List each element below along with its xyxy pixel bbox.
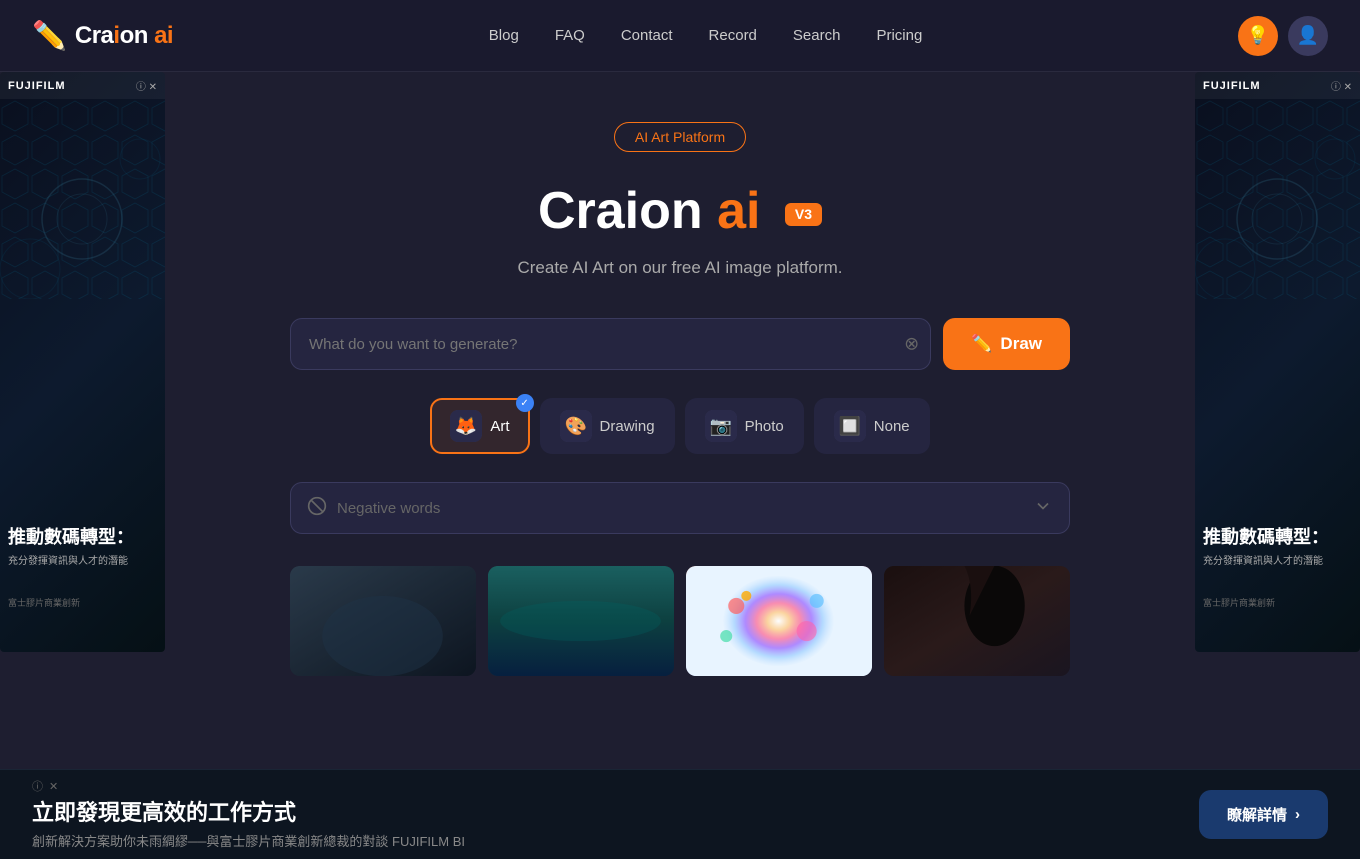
account-button[interactable]: 👤: [1288, 16, 1328, 56]
main-nav: Blog FAQ Contact Record Search Pricing: [475, 19, 937, 52]
hero-title: Craion ai V3: [538, 180, 822, 242]
search-input-wrapper: ⊗: [290, 318, 931, 370]
right-ad-bg-svg: [1195, 99, 1360, 299]
search-row: ⊗ ✏️ Draw: [290, 318, 1070, 370]
right-ad-brand: FUJIFILM: [1203, 80, 1261, 92]
svg-text:🎨: 🎨: [564, 415, 586, 436]
left-ad-controls[interactable]: ⓘ ✕: [136, 78, 157, 93]
bottom-ad-close-small[interactable]: ✕: [49, 780, 58, 793]
prompt-input[interactable]: [290, 318, 931, 370]
svg-text:📷: 📷: [709, 416, 731, 436]
left-ad-bg-svg: [0, 99, 165, 299]
bulb-icon: 💡: [1247, 25, 1269, 46]
photo-tab-label: Photo: [745, 418, 784, 435]
logo[interactable]: ✏️ Craion ai: [32, 19, 173, 52]
ad-info-icon: ⓘ: [32, 778, 43, 794]
clear-icon: ⊗: [904, 334, 919, 355]
style-tab-photo[interactable]: 📷 Photo: [685, 398, 804, 454]
hero-subtitle: Create AI Art on our free AI image platf…: [517, 258, 842, 278]
bottom-ad-banner: ⓘ ✕ 立即發現更高效的工作方式 創新解決方案助你未雨綢繆──與富士膠片商業創新…: [0, 769, 1360, 859]
draw-button[interactable]: ✏️ Draw: [943, 318, 1070, 370]
account-icon: 👤: [1297, 25, 1319, 46]
negative-words-chevron: [1033, 496, 1053, 521]
bottom-ad-cta-button[interactable]: 瞭解詳情 ›: [1199, 790, 1328, 839]
art-tab-label: Art: [490, 418, 509, 435]
title-ai: ai: [717, 182, 760, 240]
preview-image-3[interactable]: [686, 566, 872, 676]
nav-search[interactable]: Search: [779, 19, 855, 52]
drawing-tab-icon: 🎨: [560, 410, 592, 442]
bottom-ad-subtext: 創新解決方案助你未雨綢繆──與富士膠片商業創新總裁的對談 FUJIFILM BI: [32, 831, 1199, 850]
left-ad-text: 推動數碼轉型： 充分發揮資訊與人才的潛能: [8, 526, 157, 569]
style-tab-none[interactable]: 🔲 None: [814, 398, 930, 454]
nav-pricing[interactable]: Pricing: [862, 19, 936, 52]
right-ad-text: 推動數碼轉型： 充分發揮資訊與人才的潛能: [1203, 526, 1352, 569]
negative-words-bar[interactable]: Negative words: [290, 482, 1070, 534]
right-ad-footer: 富士膠片商業創新: [1203, 596, 1275, 609]
right-ad: FUJIFILM ⓘ ✕ 推動數碼轉型： 充分發揮資訊與人才的潛能 富士: [1195, 72, 1360, 652]
header-actions: 💡 👤: [1238, 16, 1328, 56]
platform-badge[interactable]: AI Art Platform: [614, 122, 746, 152]
theme-toggle-button[interactable]: 💡: [1238, 16, 1278, 56]
preview-image-1[interactable]: [290, 566, 476, 676]
logo-pencil-icon: ✏️: [32, 19, 67, 52]
nav-faq[interactable]: FAQ: [541, 19, 599, 52]
image-preview-grid: [290, 566, 1070, 676]
photo-tab-icon: 📷: [705, 410, 737, 442]
header: ✏️ Craion ai Blog FAQ Contact Record Sea…: [0, 0, 1360, 72]
negative-words-icon: [307, 496, 327, 521]
nav-blog[interactable]: Blog: [475, 19, 533, 52]
center-panel: AI Art Platform Craion ai V3 Create AI A…: [165, 72, 1195, 716]
negative-words-label: Negative words: [337, 500, 1023, 517]
style-tab-drawing[interactable]: 🎨 Drawing: [540, 398, 675, 454]
nav-contact[interactable]: Contact: [607, 19, 687, 52]
bottom-ad-cta-arrow: ›: [1295, 806, 1300, 823]
preview-image-2[interactable]: [488, 566, 674, 676]
bottom-ad-cta-label: 瞭解詳情: [1227, 804, 1287, 825]
none-tab-label: None: [874, 418, 910, 435]
art-tab-icon: 🦊: [450, 410, 482, 442]
style-tabs: 🦊 Art ✓ 🎨 Drawing: [430, 398, 929, 454]
svg-text:🔲: 🔲: [839, 415, 861, 436]
bottom-ad-headline: 立即發現更高效的工作方式: [32, 795, 1199, 827]
left-ad: FUJIFILM ⓘ ✕ 推動數碼轉型： 充分發揮資訊與人才的潛能: [0, 72, 165, 652]
nav-record[interactable]: Record: [695, 19, 771, 52]
right-ad-controls[interactable]: ⓘ ✕: [1331, 78, 1352, 93]
left-ad-footer: 富士膠片商業創新: [8, 596, 80, 609]
drawing-tab-label: Drawing: [600, 418, 655, 435]
clear-input-button[interactable]: ⊗: [904, 334, 919, 355]
title-white: Craion: [538, 182, 703, 240]
bottom-ad-info: ⓘ ✕: [32, 778, 58, 794]
bottom-ad-content: 立即發現更高效的工作方式 創新解決方案助你未雨綢繆──與富士膠片商業創新總裁的對…: [32, 779, 1199, 850]
none-tab-icon: 🔲: [834, 410, 866, 442]
left-ad-brand: FUJIFILM: [8, 80, 66, 92]
preview-image-4[interactable]: [884, 566, 1070, 676]
version-badge: V3: [785, 203, 822, 226]
svg-text:🦊: 🦊: [455, 416, 477, 436]
brand-name: Craion ai: [75, 22, 173, 50]
style-tab-art[interactable]: 🦊 Art ✓: [430, 398, 529, 454]
art-tab-checkmark: ✓: [516, 394, 534, 412]
draw-pencil-icon: ✏️: [971, 334, 992, 354]
draw-button-label: Draw: [1000, 334, 1042, 354]
main-content: FUJIFILM ⓘ ✕ 推動數碼轉型： 充分發揮資訊與人才的潛能: [0, 72, 1360, 859]
